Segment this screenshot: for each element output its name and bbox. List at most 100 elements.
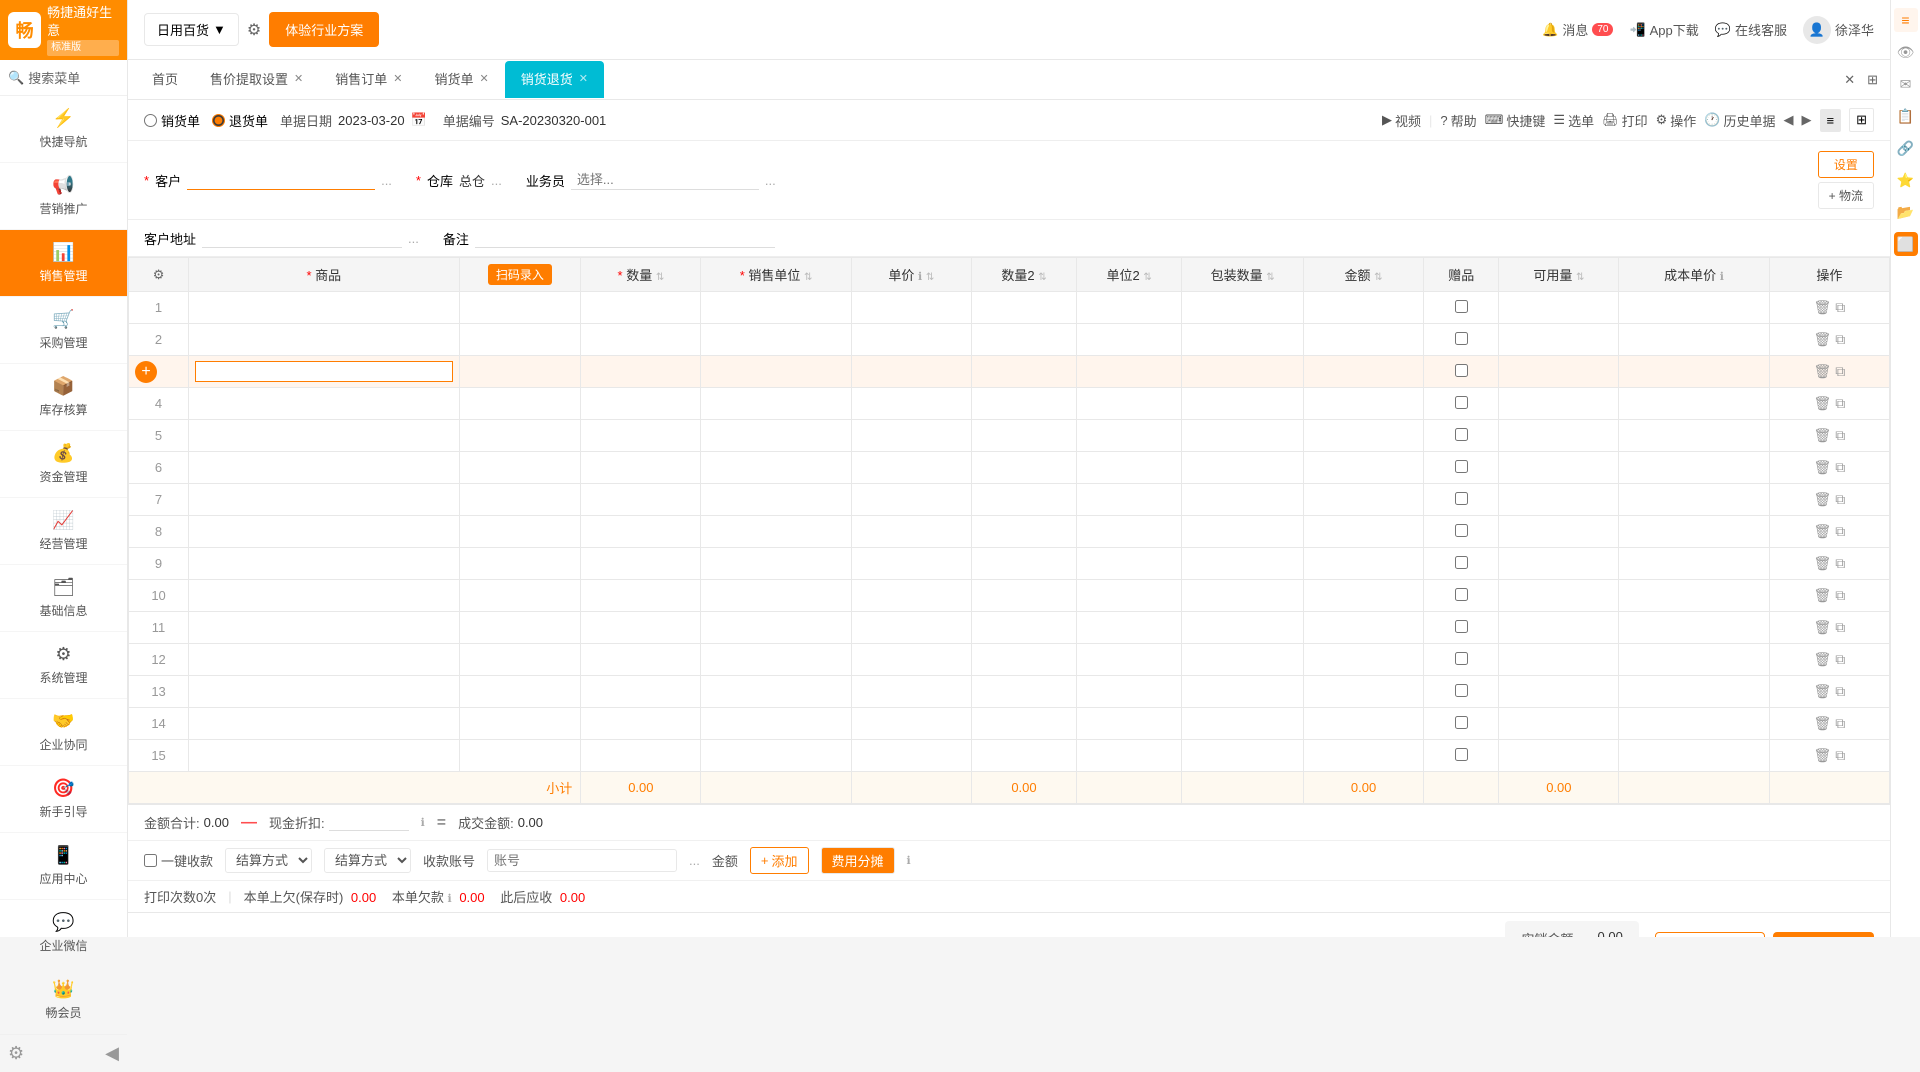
unit2-cell-4[interactable]: [1077, 388, 1182, 420]
qty2-cell-5[interactable]: [971, 420, 1076, 452]
gift-checkbox-8[interactable]: [1455, 524, 1468, 537]
delete-icon-1[interactable]: 🗑: [1813, 299, 1831, 316]
radio-sale[interactable]: [144, 114, 157, 127]
amount-sort[interactable]: ⇅: [1374, 272, 1382, 283]
product-cell-13[interactable]: [189, 676, 459, 708]
copy-icon-1[interactable]: ⧉: [1835, 299, 1845, 316]
amount-cell-15[interactable]: [1303, 740, 1423, 772]
save-draft-btn[interactable]: 保存草稿 ▲: [1655, 932, 1766, 938]
unit-cell-4[interactable]: [701, 388, 851, 420]
qty-cell-9[interactable]: [581, 548, 701, 580]
sidebar-item-purchase[interactable]: 🛒 采购管理: [0, 297, 127, 364]
packqty-cell-5[interactable]: [1182, 420, 1304, 452]
add-row-btn[interactable]: +: [135, 361, 157, 383]
sidebar-item-enterprise[interactable]: 🤝 企业协同: [0, 699, 127, 766]
sidebar-item-wechat[interactable]: 💬 企业微信: [0, 900, 127, 967]
qty-cell-3[interactable]: [581, 356, 701, 388]
product-cell-10[interactable]: [189, 580, 459, 612]
available-cell-1[interactable]: [1499, 292, 1619, 324]
customer-input[interactable]: [187, 170, 375, 190]
delete-icon-15[interactable]: 🗑: [1813, 747, 1831, 764]
price-cell-8[interactable]: [851, 516, 971, 548]
close-sales[interactable]: ✕: [480, 72, 489, 85]
amount-cell-7[interactable]: [1303, 484, 1423, 516]
product-cell-2[interactable]: [189, 324, 459, 356]
amount-cell-3[interactable]: [1303, 356, 1423, 388]
price-cell-7[interactable]: [851, 484, 971, 516]
available-sort[interactable]: ⇅: [1576, 272, 1584, 283]
cost-cell-11[interactable]: [1619, 612, 1769, 644]
amount-cell-8[interactable]: [1303, 516, 1423, 548]
gift-checkbox-4[interactable]: [1455, 396, 1468, 409]
staff-input[interactable]: [571, 170, 759, 190]
packqty-cell-11[interactable]: [1182, 612, 1304, 644]
qty-cell-14[interactable]: [581, 708, 701, 740]
product-cell-11[interactable]: [189, 612, 459, 644]
available-cell-11[interactable]: [1499, 612, 1619, 644]
logistics-side-btn[interactable]: + 物流: [1818, 182, 1874, 209]
packqty-cell-14[interactable]: [1182, 708, 1304, 740]
price-cell-3[interactable]: [851, 356, 971, 388]
delete-icon-4[interactable]: 🗑: [1813, 395, 1831, 412]
sidebar-item-finance[interactable]: 💰 资金管理: [0, 431, 127, 498]
qty-sort[interactable]: ⇅: [656, 272, 664, 283]
sidebar-item-appstore[interactable]: 📱 应用中心: [0, 833, 127, 900]
close-price-setting[interactable]: ✕: [294, 72, 303, 85]
help-btn[interactable]: ? 帮助: [1440, 111, 1476, 130]
search-menu[interactable]: 🔍 搜索菜单: [0, 60, 127, 96]
gift-checkbox-14[interactable]: [1455, 716, 1468, 729]
gift-checkbox-12[interactable]: [1455, 652, 1468, 665]
copy-icon-12[interactable]: ⧉: [1835, 651, 1845, 668]
right-icon-7[interactable]: 📂: [1894, 200, 1918, 224]
cost-info-icon[interactable]: ℹ: [1720, 271, 1724, 283]
product-cell-9[interactable]: [189, 548, 459, 580]
gift-cell-11[interactable]: [1424, 612, 1499, 644]
product-input-3[interactable]: [195, 361, 452, 382]
cost-cell-3[interactable]: [1619, 356, 1769, 388]
warehouse-select-btn[interactable]: ...: [491, 173, 502, 188]
amount-cell-9[interactable]: [1303, 548, 1423, 580]
available-cell-7[interactable]: [1499, 484, 1619, 516]
price-info-icon[interactable]: ℹ: [918, 271, 922, 283]
delete-icon-14[interactable]: 🗑: [1813, 715, 1831, 732]
cost-cell-9[interactable]: [1619, 548, 1769, 580]
calc-method-select[interactable]: 结算方式: [324, 848, 411, 873]
settings-icon-bottom[interactable]: ⚙: [8, 1043, 24, 1064]
packqty-cell-2[interactable]: [1182, 324, 1304, 356]
packqty-cell-6[interactable]: [1182, 452, 1304, 484]
unit2-cell-6[interactable]: [1077, 452, 1182, 484]
price-cell-14[interactable]: [851, 708, 971, 740]
radio-return-label[interactable]: 退货单: [212, 111, 268, 130]
copy-icon-3[interactable]: ⧉: [1835, 363, 1845, 380]
delete-icon-10[interactable]: 🗑: [1813, 587, 1831, 604]
copy-icon-15[interactable]: ⧉: [1835, 747, 1845, 764]
copy-icon-5[interactable]: ⧉: [1835, 427, 1845, 444]
delete-icon-3[interactable]: 🗑: [1813, 363, 1831, 380]
product-cell-8[interactable]: [189, 516, 459, 548]
unit2-cell-13[interactable]: [1077, 676, 1182, 708]
packqty-cell-4[interactable]: [1182, 388, 1304, 420]
qty2-cell-2[interactable]: [971, 324, 1076, 356]
qty-cell-5[interactable]: [581, 420, 701, 452]
price-cell-9[interactable]: [851, 548, 971, 580]
copy-icon-4[interactable]: ⧉: [1835, 395, 1845, 412]
sidebar-item-sales[interactable]: 📊 销售管理: [0, 230, 127, 297]
gift-cell-2[interactable]: [1424, 324, 1499, 356]
price-cell-11[interactable]: [851, 612, 971, 644]
right-icon-3[interactable]: ✉: [1894, 72, 1918, 96]
unit-sort[interactable]: ⇅: [804, 272, 812, 283]
cost-cell-8[interactable]: [1619, 516, 1769, 548]
unit-cell-15[interactable]: [701, 740, 851, 772]
account-select-btn[interactable]: ...: [689, 853, 700, 868]
info-icon2[interactable]: ℹ: [448, 893, 452, 905]
cost-cell-14[interactable]: [1619, 708, 1769, 740]
settle-method-select[interactable]: 结算方式: [225, 848, 312, 873]
qty2-cell-8[interactable]: [971, 516, 1076, 548]
scan-btn[interactable]: 扫码录入: [488, 264, 552, 285]
available-cell-3[interactable]: [1499, 356, 1619, 388]
gift-cell-10[interactable]: [1424, 580, 1499, 612]
qty2-cell-3[interactable]: [971, 356, 1076, 388]
gift-checkbox-3[interactable]: [1455, 364, 1468, 377]
unit2-cell-2[interactable]: [1077, 324, 1182, 356]
gift-cell-9[interactable]: [1424, 548, 1499, 580]
